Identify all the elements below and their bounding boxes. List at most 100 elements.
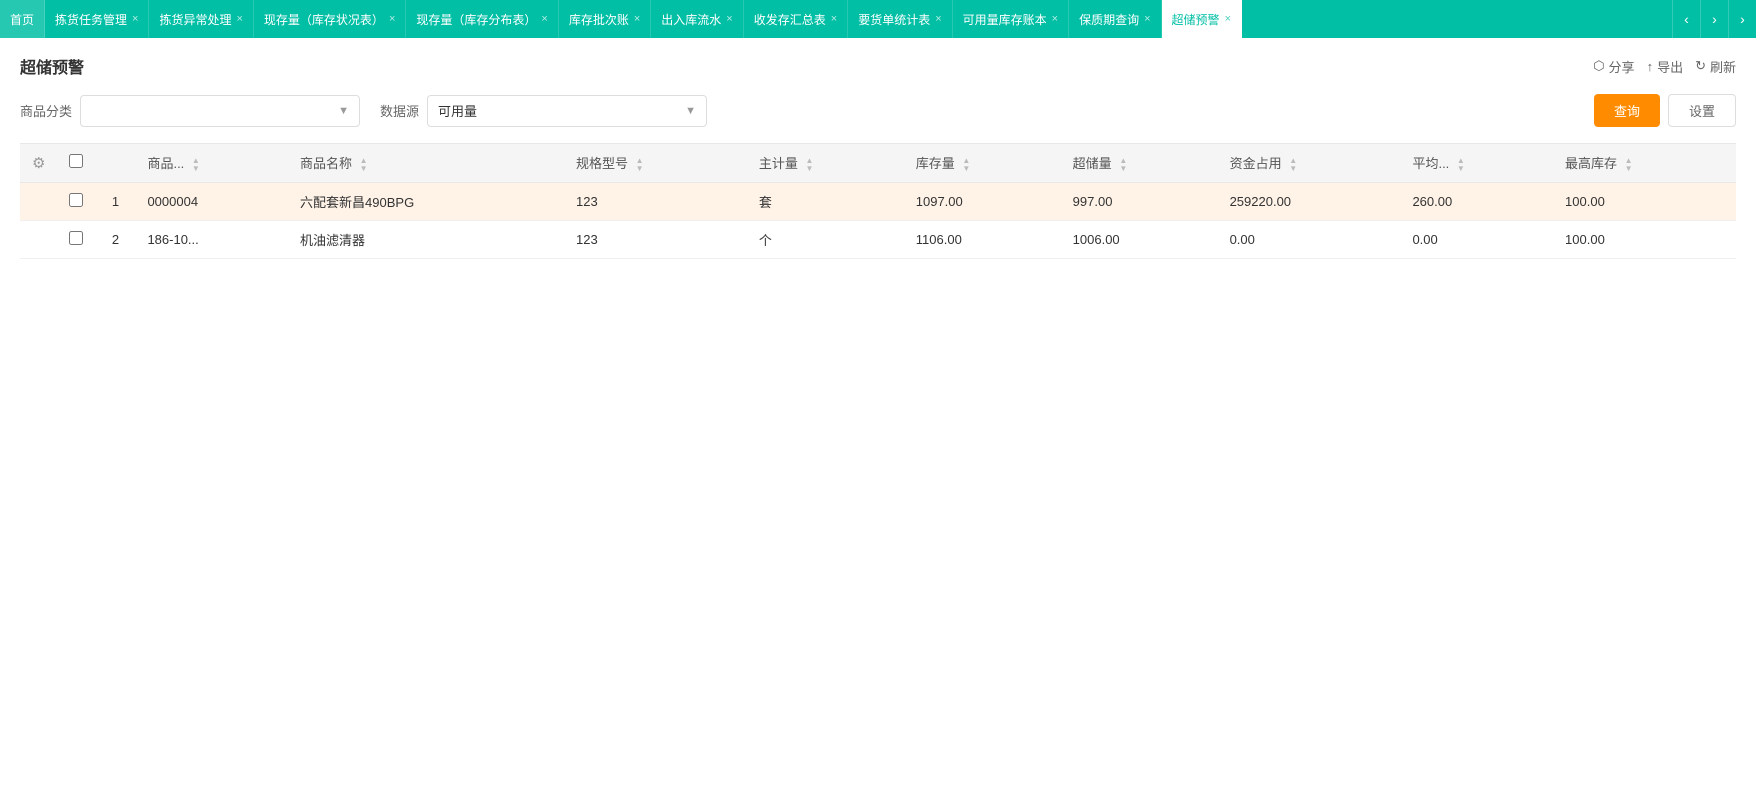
category-filter: 商品分类 ▼ xyxy=(20,95,360,127)
row-capital-usage: 259220.00 xyxy=(1218,182,1401,220)
nav-label: 拣货异常处理 xyxy=(159,11,231,28)
unit-header: 主计量 ▲▼ xyxy=(747,144,904,183)
category-select[interactable]: ▼ xyxy=(80,95,360,127)
sort-icon[interactable]: ▲▼ xyxy=(1625,157,1633,173)
nav-item-overstock-warning[interactable]: 超储预警 × xyxy=(1162,0,1242,38)
row-checkbox[interactable] xyxy=(69,193,83,207)
table-header-row: ⚙ 商品... ▲▼ 商品名称 ▲▼ 规格型号 ▲▼ xyxy=(20,144,1736,183)
nav-label: 出入库流水 xyxy=(661,11,721,28)
rownum-header xyxy=(95,144,135,183)
row-product-code: 186-10... xyxy=(135,220,288,258)
product-code-header: 商品... ▲▼ xyxy=(135,144,288,183)
row-stock-qty: 1097.00 xyxy=(904,182,1061,220)
nav-label: 超储预警 xyxy=(1172,11,1220,28)
page-content: 超储预警 ⬡ 分享 ↑ 导出 ↻ 刷新 商品分类 ▼ 数据源 xyxy=(0,38,1756,800)
row-number: 1 xyxy=(95,182,135,220)
row-avg: 260.00 xyxy=(1400,182,1553,220)
row-product-name: 六配套新昌490BPG xyxy=(288,182,564,220)
nav-item-inout-flow[interactable]: 出入库流水 × xyxy=(651,0,743,38)
query-button[interactable]: 查询 xyxy=(1594,94,1660,127)
nav-item-order-stats[interactable]: 要货单统计表 × xyxy=(848,0,952,38)
datasource-label: 数据源 xyxy=(380,101,419,120)
share-icon: ⬡ xyxy=(1593,58,1604,74)
datasource-select[interactable]: 可用量 ▼ xyxy=(427,95,707,127)
filter-row: 商品分类 ▼ 数据源 可用量 ▼ 查询 设置 xyxy=(20,94,1736,127)
nav-close-icon[interactable]: × xyxy=(634,13,640,25)
nav-item-batch-account[interactable]: 库存批次账 × xyxy=(559,0,651,38)
gear-icon[interactable]: ⚙ xyxy=(32,155,45,172)
nav-arrows: ‹ › › xyxy=(1672,0,1756,38)
avg-header: 平均... ▲▼ xyxy=(1400,144,1553,183)
share-button[interactable]: ⬡ 分享 xyxy=(1593,57,1634,76)
row-spec: 123 xyxy=(564,220,747,258)
category-label: 商品分类 xyxy=(20,101,72,120)
nav-close-icon[interactable]: × xyxy=(1144,13,1150,25)
nav-label: 保质期查询 xyxy=(1079,11,1139,28)
row-product-name: 机油滤清器 xyxy=(288,220,564,258)
page-header: 超储预警 ⬡ 分享 ↑ 导出 ↻ 刷新 xyxy=(20,54,1736,78)
nav-close-icon[interactable]: × xyxy=(935,13,941,25)
page-title: 超储预警 xyxy=(20,54,84,78)
nav-close-icon[interactable]: × xyxy=(1225,13,1231,25)
data-table: ⚙ 商品... ▲▼ 商品名称 ▲▼ 规格型号 ▲▼ xyxy=(20,143,1736,259)
nav-label: 收发存汇总表 xyxy=(754,11,826,28)
header-actions: ⬡ 分享 ↑ 导出 ↻ 刷新 xyxy=(1593,57,1736,76)
nav-prev-arrow[interactable]: ‹ xyxy=(1672,0,1700,38)
nav-item-stock-dist[interactable]: 现存量（库存分布表） × xyxy=(406,0,558,38)
filter-actions: 查询 设置 xyxy=(1594,94,1736,127)
chevron-down-icon: ▼ xyxy=(338,105,349,117)
overstock-qty-header: 超储量 ▲▼ xyxy=(1061,144,1218,183)
nav-close-icon[interactable]: × xyxy=(726,13,732,25)
settings-header: ⚙ xyxy=(20,144,57,183)
refresh-button[interactable]: ↻ 刷新 xyxy=(1695,57,1736,76)
nav-close-icon[interactable]: × xyxy=(541,13,547,25)
sort-icon[interactable]: ▲▼ xyxy=(806,157,814,173)
sort-icon[interactable]: ▲▼ xyxy=(360,157,368,173)
datasource-filter: 数据源 可用量 ▼ xyxy=(380,95,707,127)
top-navigation: 首页 拣货任务管理 × 拣货异常处理 × 现存量（库存状况表） × 现存量（库存… xyxy=(0,0,1756,38)
nav-item-collect-summary[interactable]: 收发存汇总表 × xyxy=(744,0,848,38)
row-product-code: 0000004 xyxy=(135,182,288,220)
sort-icon[interactable]: ▲▼ xyxy=(1119,157,1127,173)
nav-item-stock-status[interactable]: 现存量（库存状况表） × xyxy=(254,0,406,38)
nav-item-quality-check[interactable]: 保质期查询 × xyxy=(1069,0,1161,38)
row-number: 2 xyxy=(95,220,135,258)
select-all-checkbox[interactable] xyxy=(69,154,83,168)
sort-icon[interactable]: ▲▼ xyxy=(1289,157,1297,173)
nav-item-home[interactable]: 首页 xyxy=(0,0,45,38)
row-avg: 0.00 xyxy=(1400,220,1553,258)
row-max-stock: 100.00 xyxy=(1553,182,1736,220)
chevron-down-icon: ▼ xyxy=(685,105,696,117)
nav-close-icon[interactable]: × xyxy=(389,13,395,25)
sort-icon[interactable]: ▲▼ xyxy=(192,157,200,173)
product-name-header: 商品名称 ▲▼ xyxy=(288,144,564,183)
nav-close-icon[interactable]: × xyxy=(132,13,138,25)
export-button[interactable]: ↑ 导出 xyxy=(1647,57,1684,76)
row-checkbox[interactable] xyxy=(69,231,83,245)
nav-item-available-account[interactable]: 可用量库存账本 × xyxy=(953,0,1069,38)
nav-label: 现存量（库存分布表） xyxy=(416,11,536,28)
nav-item-task-mgmt[interactable]: 拣货任务管理 × xyxy=(45,0,149,38)
nav-close-icon[interactable]: × xyxy=(1052,13,1058,25)
row-checkbox-cell xyxy=(57,182,95,220)
nav-close-icon[interactable]: × xyxy=(236,13,242,25)
row-settings-cell xyxy=(20,220,57,258)
nav-next-arrow[interactable]: › xyxy=(1700,0,1728,38)
checkbox-header xyxy=(57,144,95,183)
capital-usage-header: 资金占用 ▲▼ xyxy=(1218,144,1401,183)
nav-item-abnormal[interactable]: 拣货异常处理 × xyxy=(149,0,253,38)
row-capital-usage: 0.00 xyxy=(1218,220,1401,258)
nav-label: 可用量库存账本 xyxy=(963,11,1047,28)
settings-button[interactable]: 设置 xyxy=(1668,94,1736,127)
nav-close-icon[interactable]: × xyxy=(831,13,837,25)
sort-icon[interactable]: ▲▼ xyxy=(1457,157,1465,173)
nav-more-arrow[interactable]: › xyxy=(1728,0,1756,38)
max-stock-header: 最高库存 ▲▼ xyxy=(1553,144,1736,183)
sort-icon[interactable]: ▲▼ xyxy=(962,157,970,173)
nav-label: 现存量（库存状况表） xyxy=(264,11,384,28)
nav-label: 首页 xyxy=(10,11,34,28)
row-unit: 个 xyxy=(747,220,904,258)
nav-label: 库存批次账 xyxy=(569,11,629,28)
nav-label: 要货单统计表 xyxy=(858,11,930,28)
sort-icon[interactable]: ▲▼ xyxy=(636,157,644,173)
